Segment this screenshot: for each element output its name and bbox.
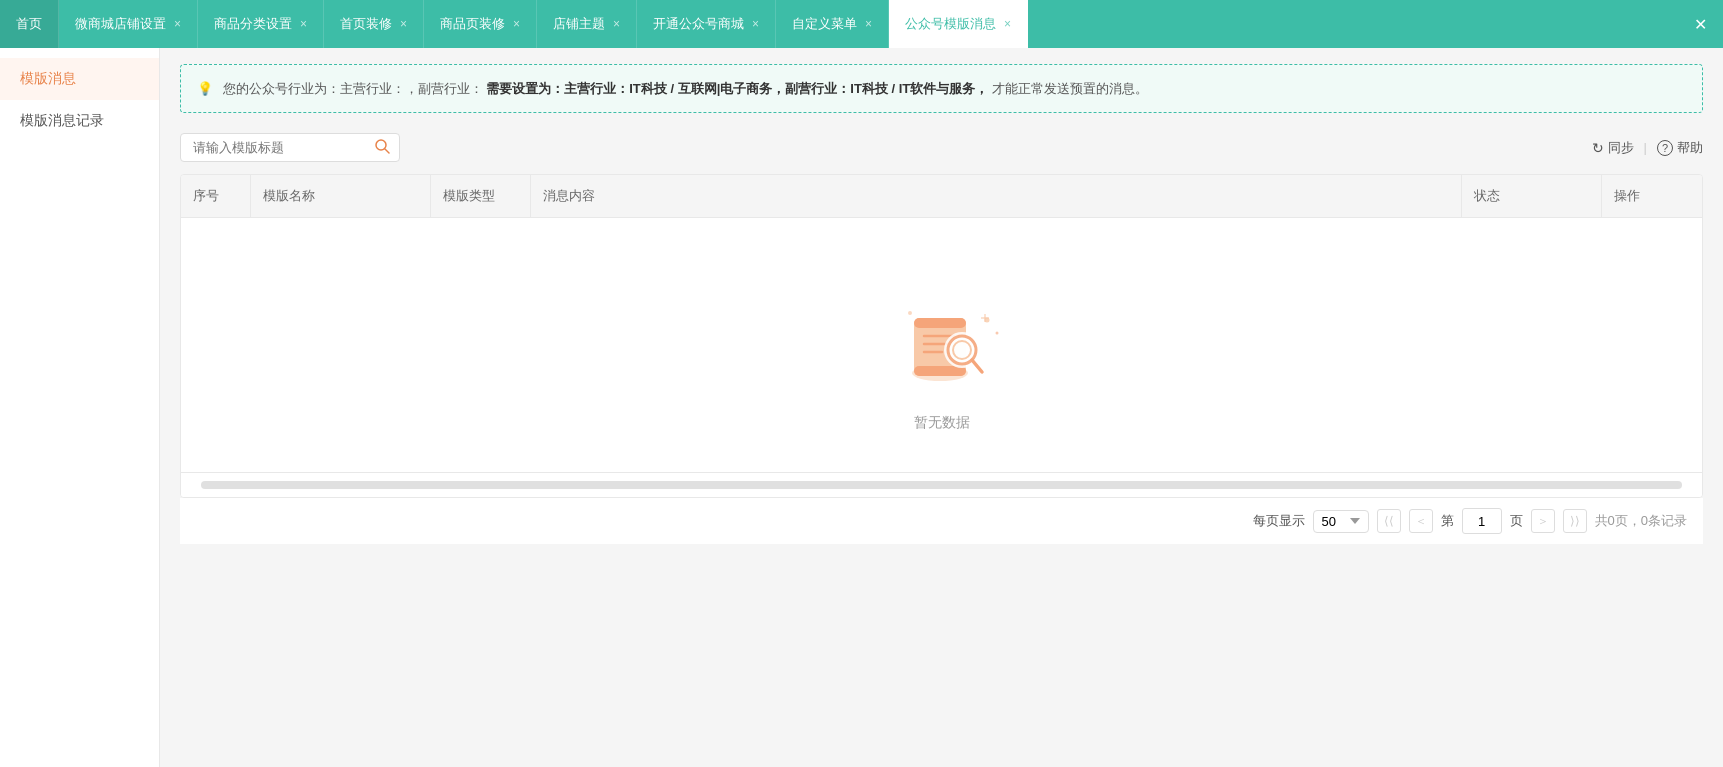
tab-home[interactable]: 首页 — [0, 0, 59, 48]
tab-template-msg-label: 公众号模版消息 — [905, 15, 996, 33]
close-all-tabs-button[interactable]: ✕ — [1678, 15, 1723, 34]
close-tab-custom-menu[interactable]: × — [865, 17, 872, 31]
tab-product-decor[interactable]: 商品页装修 × — [424, 0, 537, 48]
th-action: 操作 — [1602, 175, 1702, 217]
data-table: 序号 模版名称 模版类型 消息内容 状态 操作 — [180, 174, 1703, 498]
tab-category-settings[interactable]: 商品分类设置 × — [198, 0, 324, 48]
svg-line-1 — [385, 149, 389, 153]
search-button[interactable] — [375, 139, 390, 157]
help-button[interactable]: ? 帮助 — [1657, 139, 1703, 157]
current-page-input[interactable] — [1462, 508, 1502, 534]
close-tab-product-decor[interactable]: × — [513, 17, 520, 31]
tab-shop-theme[interactable]: 店铺主题 × — [537, 0, 637, 48]
th-content: 消息内容 — [531, 175, 1462, 217]
next-page-button[interactable]: ＞ — [1531, 509, 1555, 533]
sidebar: 模版消息 模版消息记录 — [0, 48, 160, 767]
notice-suffix: 才能正常发送预置的消息。 — [992, 81, 1148, 96]
sidebar-item-template-msg-record-label: 模版消息记录 — [20, 112, 104, 128]
prev-page-icon: ＜ — [1415, 513, 1427, 530]
notice-box: 💡 您的公众号行业为：主营行业：，副营行业： 需要设置为：主营行业：IT科技 /… — [180, 64, 1703, 113]
tab-shop-settings[interactable]: 微商城店铺设置 × — [59, 0, 198, 48]
next-page-icon: ＞ — [1537, 513, 1549, 530]
close-tab-home-decor[interactable]: × — [400, 17, 407, 31]
top-nav: 首页 微商城店铺设置 × 商品分类设置 × 首页装修 × 商品页装修 × 店铺主… — [0, 0, 1723, 48]
content-area: 💡 您的公众号行业为：主营行业：，副营行业： 需要设置为：主营行业：IT科技 /… — [160, 48, 1723, 767]
sidebar-item-template-msg[interactable]: 模版消息 — [0, 58, 159, 100]
table-header: 序号 模版名称 模版类型 消息内容 状态 操作 — [181, 175, 1702, 218]
sync-icon: ↻ — [1592, 140, 1604, 156]
search-bar: ↻ 同步 | ? 帮助 — [180, 133, 1703, 162]
tab-shop-settings-label: 微商城店铺设置 — [75, 15, 166, 33]
help-icon: ? — [1657, 140, 1673, 156]
first-page-button[interactable]: ⟨⟨ — [1377, 509, 1401, 533]
main-layout: 模版消息 模版消息记录 💡 您的公众号行业为：主营行业：，副营行业： 需要设置为… — [0, 48, 1723, 767]
th-index: 序号 — [181, 175, 251, 217]
tab-custom-menu-label: 自定义菜单 — [792, 15, 857, 33]
search-input-wrap — [180, 133, 400, 162]
page-size-select[interactable]: 50 10 20 100 — [1313, 510, 1369, 533]
tab-open-mall-label: 开通公众号商城 — [653, 15, 744, 33]
page-size-label: 每页显示 — [1253, 512, 1305, 530]
notice-highlight: 需要设置为：主营行业：IT科技 / 互联网|电子商务，副营行业：IT科技 / I… — [486, 81, 988, 96]
page-label: 页 — [1510, 512, 1523, 530]
th-type: 模版类型 — [431, 175, 531, 217]
pagination-bar: 每页显示 50 10 20 100 ⟨⟨ ＜ 第 页 ＞ ⟩⟩ 共0页，0条记录 — [180, 498, 1703, 544]
total-info: 共0页，0条记录 — [1595, 512, 1687, 530]
toolbar-divider: | — [1644, 140, 1647, 155]
tab-open-mall[interactable]: 开通公众号商城 × — [637, 0, 776, 48]
svg-point-14 — [995, 332, 998, 335]
horizontal-scrollbar[interactable] — [201, 481, 1682, 489]
tab-category-settings-label: 商品分类设置 — [214, 15, 292, 33]
svg-point-15 — [908, 311, 912, 315]
notice-icon: 💡 — [197, 81, 213, 96]
empty-state: 暂无数据 — [181, 218, 1702, 472]
close-tab-template-msg[interactable]: × — [1004, 17, 1011, 31]
tab-template-msg[interactable]: 公众号模版消息 × — [889, 0, 1028, 48]
last-page-icon: ⟩⟩ — [1570, 514, 1580, 528]
sidebar-item-template-msg-label: 模版消息 — [20, 70, 76, 86]
last-page-button[interactable]: ⟩⟩ — [1563, 509, 1587, 533]
close-tab-shop-theme[interactable]: × — [613, 17, 620, 31]
close-tab-shop-settings[interactable]: × — [174, 17, 181, 31]
close-tab-category-settings[interactable]: × — [300, 17, 307, 31]
first-page-icon: ⟨⟨ — [1384, 514, 1394, 528]
svg-line-12 — [972, 360, 982, 372]
svg-rect-4 — [914, 318, 966, 328]
tab-shop-theme-label: 店铺主题 — [553, 15, 605, 33]
th-name: 模版名称 — [251, 175, 431, 217]
prev-page-button[interactable]: ＜ — [1409, 509, 1433, 533]
tab-home-decor[interactable]: 首页装修 × — [324, 0, 424, 48]
sidebar-item-template-msg-record[interactable]: 模版消息记录 — [0, 100, 159, 142]
tab-home-label: 首页 — [16, 15, 42, 33]
scrollbar-area — [181, 472, 1702, 497]
sync-button[interactable]: ↻ 同步 — [1592, 139, 1634, 157]
page-di-label: 第 — [1441, 512, 1454, 530]
sync-label: 同步 — [1608, 139, 1634, 157]
empty-illustration — [882, 278, 1002, 398]
tab-product-decor-label: 商品页装修 — [440, 15, 505, 33]
search-input[interactable] — [180, 133, 400, 162]
help-label: 帮助 — [1677, 139, 1703, 157]
close-tab-open-mall[interactable]: × — [752, 17, 759, 31]
toolbar-right: ↻ 同步 | ? 帮助 — [1592, 139, 1703, 157]
tab-custom-menu[interactable]: 自定义菜单 × — [776, 0, 889, 48]
notice-prefix: 您的公众号行业为：主营行业：，副营行业： — [223, 81, 483, 96]
tab-home-decor-label: 首页装修 — [340, 15, 392, 33]
empty-text: 暂无数据 — [914, 414, 970, 432]
th-status: 状态 — [1462, 175, 1602, 217]
